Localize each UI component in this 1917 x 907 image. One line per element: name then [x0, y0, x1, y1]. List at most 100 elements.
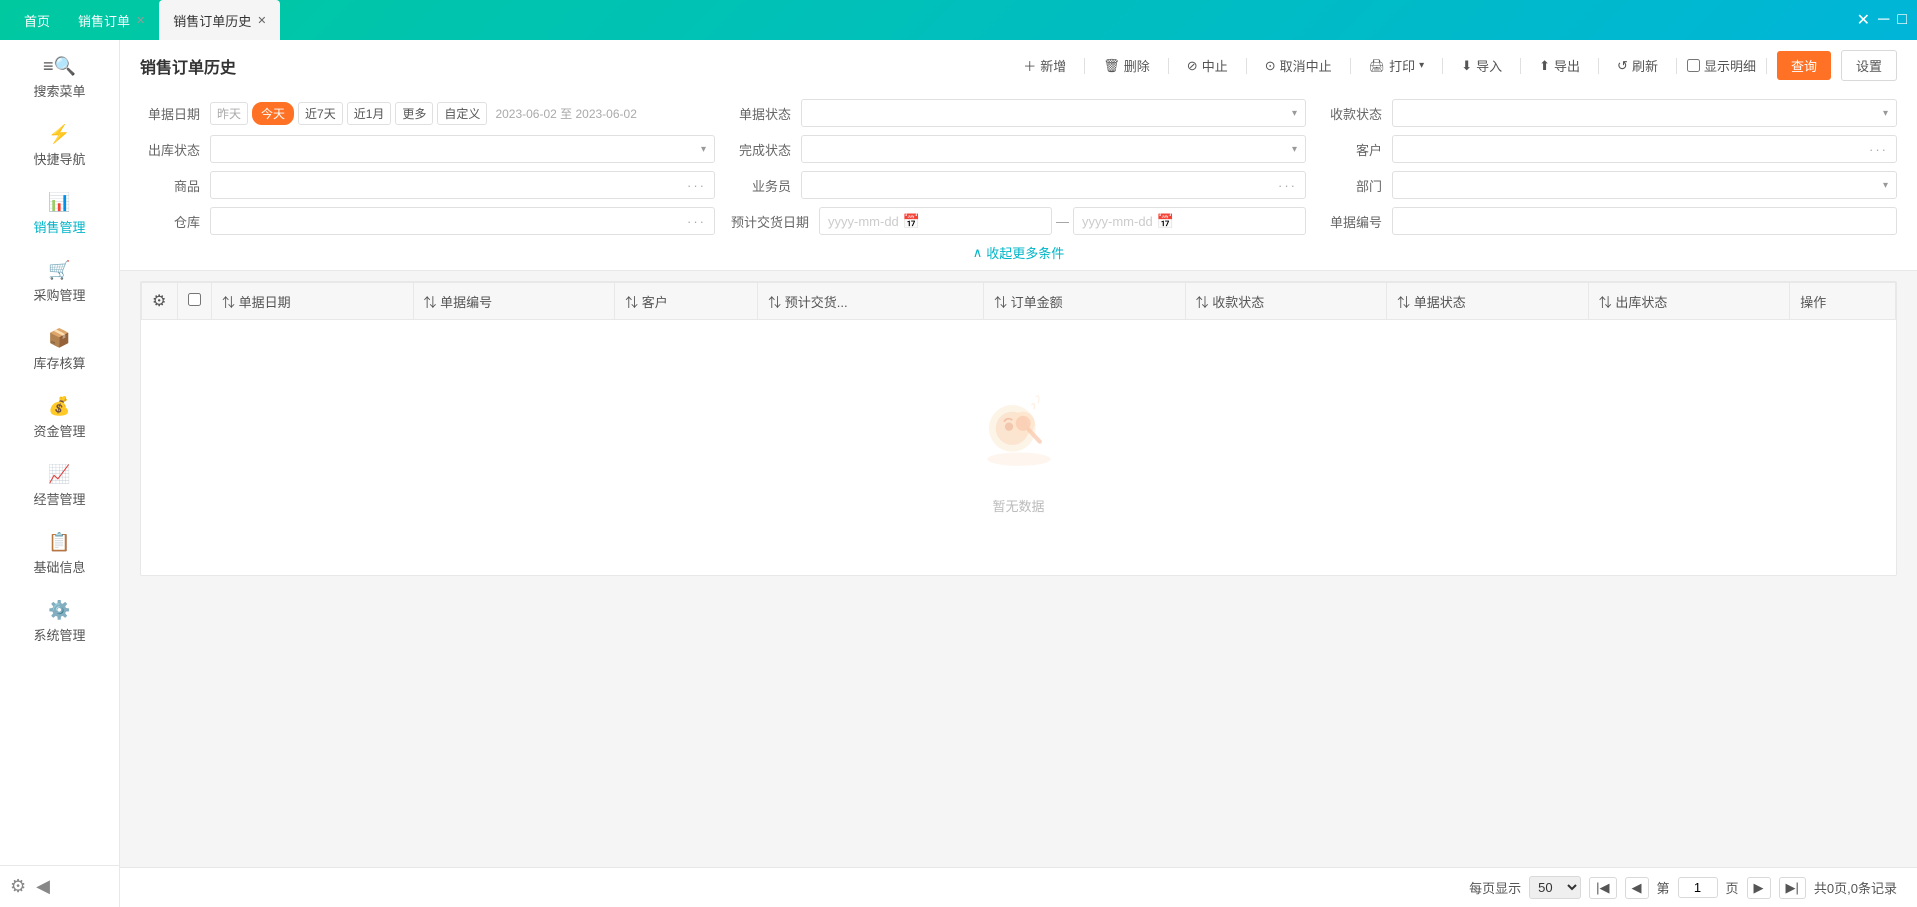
top-bar-right: ✕ ─ □ [1857, 10, 1907, 30]
empty-state: 暂无数据 [141, 320, 1896, 575]
dept-select[interactable]: ▾ [1392, 171, 1897, 199]
tab-sales-order-close[interactable]: ✕ [136, 14, 145, 27]
col-date[interactable]: ⇅ 单据日期 [212, 283, 414, 320]
sidebar-item-operation-mgmt[interactable]: 📈 经营管理 [0, 452, 119, 520]
select-all-checkbox[interactable] [188, 293, 201, 306]
export-button[interactable]: ⬆ 导出 [1531, 52, 1588, 79]
date-btn-7days[interactable]: 近7天 [298, 102, 343, 125]
col-amount[interactable]: ⇅ 订单金额 [984, 283, 1186, 320]
date-btn-1month[interactable]: 近1月 [347, 102, 392, 125]
orderno-filter-label: 单据编号 [1322, 212, 1392, 231]
col-order-status-label: ⇅ 单据状态 [1397, 292, 1466, 311]
sidebar-item-quick-nav[interactable]: ⚡ 快捷导航 [0, 112, 119, 180]
content-area: 销售订单历史 ＋ 新增 🗑 删除 ⊘ 中止 [120, 40, 1917, 907]
col-customer[interactable]: ⇅ 客户 [615, 283, 758, 320]
filter-customer-col: 客户 ··· [1322, 135, 1897, 163]
order-status-select[interactable]: ▾ [801, 99, 1306, 127]
page-size-label: 每页显示 [1469, 878, 1521, 897]
col-collection-status[interactable]: ⇅ 收款状态 [1185, 283, 1387, 320]
operation-mgmt-icon: 📈 [48, 464, 70, 485]
sidebar-item-search-menu[interactable]: ≡🔍 搜索菜单 [0, 44, 119, 112]
date-from-placeholder: yyyy-mm-dd [828, 214, 899, 229]
last-page-button[interactable]: ▶| [1779, 877, 1806, 899]
date-range-text: 2023-06-02 至 2023-06-02 [495, 105, 636, 122]
sidebar-item-purchase-mgmt[interactable]: 🛒 采购管理 [0, 248, 119, 316]
sidebar-collapse-icon[interactable]: ◀ [36, 876, 50, 897]
tab-sales-order-history-close[interactable]: ✕ [257, 14, 266, 27]
date-btn-more[interactable]: 更多 [395, 102, 433, 125]
export-label: 导出 [1554, 56, 1580, 75]
sidebar-item-basic-info[interactable]: 📋 基础信息 [0, 520, 119, 588]
tab-home[interactable]: 首页 [10, 0, 64, 40]
page-size-select[interactable]: 20 50 100 [1529, 876, 1581, 899]
divider-2 [1168, 58, 1169, 74]
print-button[interactable]: 🖨 打印 ▾ [1361, 52, 1433, 79]
divider-9 [1766, 58, 1767, 74]
date-btn-custom[interactable]: 自定义 [437, 102, 487, 125]
date-btn-yesterday[interactable]: 昨天 [210, 102, 248, 125]
filter-delivery-col: 预计交货日期 yyyy-mm-dd 📅 — yyyy-mm-dd 📅 [731, 207, 1306, 235]
finance-mgmt-icon: 💰 [48, 396, 70, 417]
sidebar-item-inventory[interactable]: 📦 库存核算 [0, 316, 119, 384]
tab-sales-order-history[interactable]: 销售订单历史 ✕ [159, 0, 280, 40]
divider-3 [1246, 58, 1247, 74]
delivery-date-to[interactable]: yyyy-mm-dd 📅 [1073, 207, 1306, 235]
orderno-input[interactable] [1392, 207, 1897, 235]
customer-select[interactable]: ··· [1392, 135, 1897, 163]
display-toggle-checkbox[interactable] [1687, 59, 1700, 72]
refresh-icon: ↺ [1617, 58, 1628, 74]
display-toggle[interactable]: 显示明细 [1687, 56, 1756, 75]
sidebar-settings-icon[interactable]: ⚙ [10, 876, 26, 897]
delivery-date-from[interactable]: yyyy-mm-dd 📅 [819, 207, 1052, 235]
next-page-button[interactable]: ▶ [1747, 877, 1771, 899]
pagination-bar: 每页显示 20 50 100 |◀ ◀ 第 页 ▶ ▶| 共0页,0条记录 [120, 867, 1917, 907]
dept-filter-label: 部门 [1322, 176, 1392, 195]
salesperson-select[interactable]: ··· [801, 171, 1306, 199]
outbound-status-select[interactable]: ▾ [210, 135, 715, 163]
date-btn-today[interactable]: 今天 [252, 102, 294, 125]
sidebar-item-finance-mgmt[interactable]: 💰 资金管理 [0, 384, 119, 452]
divider-6 [1520, 58, 1521, 74]
prev-page-button[interactable]: ◀ [1625, 877, 1649, 899]
col-delivery[interactable]: ⇅ 预计交货... [758, 283, 984, 320]
warehouse-select[interactable]: ··· [210, 207, 715, 235]
calendar-to-icon: 📅 [1157, 213, 1174, 230]
outbound-arrow-icon: ▾ [701, 144, 706, 155]
col-delivery-label: ⇅ 预计交货... [768, 292, 847, 311]
first-page-button[interactable]: |◀ [1589, 877, 1616, 899]
col-order-status[interactable]: ⇅ 单据状态 [1387, 283, 1589, 320]
settings-button[interactable]: 设置 [1841, 50, 1897, 81]
col-customer-label: ⇅ 客户 [625, 292, 668, 311]
stop-button[interactable]: ⊘ 中止 [1179, 52, 1236, 79]
sidebar-item-quick-nav-label: 快捷导航 [33, 149, 85, 168]
collapse-row[interactable]: ∧ 收起更多条件 [140, 239, 1897, 264]
delete-button[interactable]: 🗑 删除 [1095, 52, 1158, 79]
date-to-placeholder: yyyy-mm-dd [1082, 214, 1153, 229]
search-button[interactable]: 查询 [1777, 51, 1831, 80]
topbar-minimize-icon[interactable]: ─ [1878, 11, 1889, 29]
new-button[interactable]: ＋ 新增 [1015, 52, 1074, 79]
table-settings-col[interactable]: ⚙ [142, 283, 178, 320]
print-icon: 🖨 [1369, 58, 1386, 74]
goods-select[interactable]: ··· [210, 171, 715, 199]
page-number-input[interactable] [1678, 877, 1718, 898]
sidebar-item-system-mgmt[interactable]: ⚙️ 系统管理 [0, 588, 119, 656]
cancel-stop-button[interactable]: ⊙ 取消中止 [1257, 52, 1340, 79]
filter-salesperson-col: 业务员 ··· [731, 171, 1306, 199]
tab-sales-order[interactable]: 销售订单 ✕ [64, 0, 159, 40]
filter-status-col: 单据状态 ▾ [731, 99, 1306, 127]
topbar-close-icon[interactable]: ✕ [1857, 10, 1870, 30]
collection-status-select[interactable]: ▾ [1392, 99, 1897, 127]
settings-btn-label: 设置 [1856, 59, 1882, 74]
topbar-maximize-icon[interactable]: □ [1897, 11, 1907, 29]
col-outbound-status[interactable]: ⇅ 出库状态 [1588, 283, 1790, 320]
sidebar-item-sales-mgmt[interactable]: 📊 销售管理 [0, 180, 119, 248]
sales-mgmt-icon: 📊 [48, 192, 70, 213]
col-no[interactable]: ⇅ 单据编号 [413, 283, 615, 320]
import-button[interactable]: ⬇ 导入 [1453, 52, 1510, 79]
complete-status-select[interactable]: ▾ [801, 135, 1306, 163]
stop-label: 中止 [1202, 56, 1228, 75]
display-toggle-label: 显示明细 [1704, 56, 1756, 75]
tab-sales-order-label: 销售订单 [78, 11, 130, 30]
refresh-button[interactable]: ↺ 刷新 [1609, 52, 1666, 79]
